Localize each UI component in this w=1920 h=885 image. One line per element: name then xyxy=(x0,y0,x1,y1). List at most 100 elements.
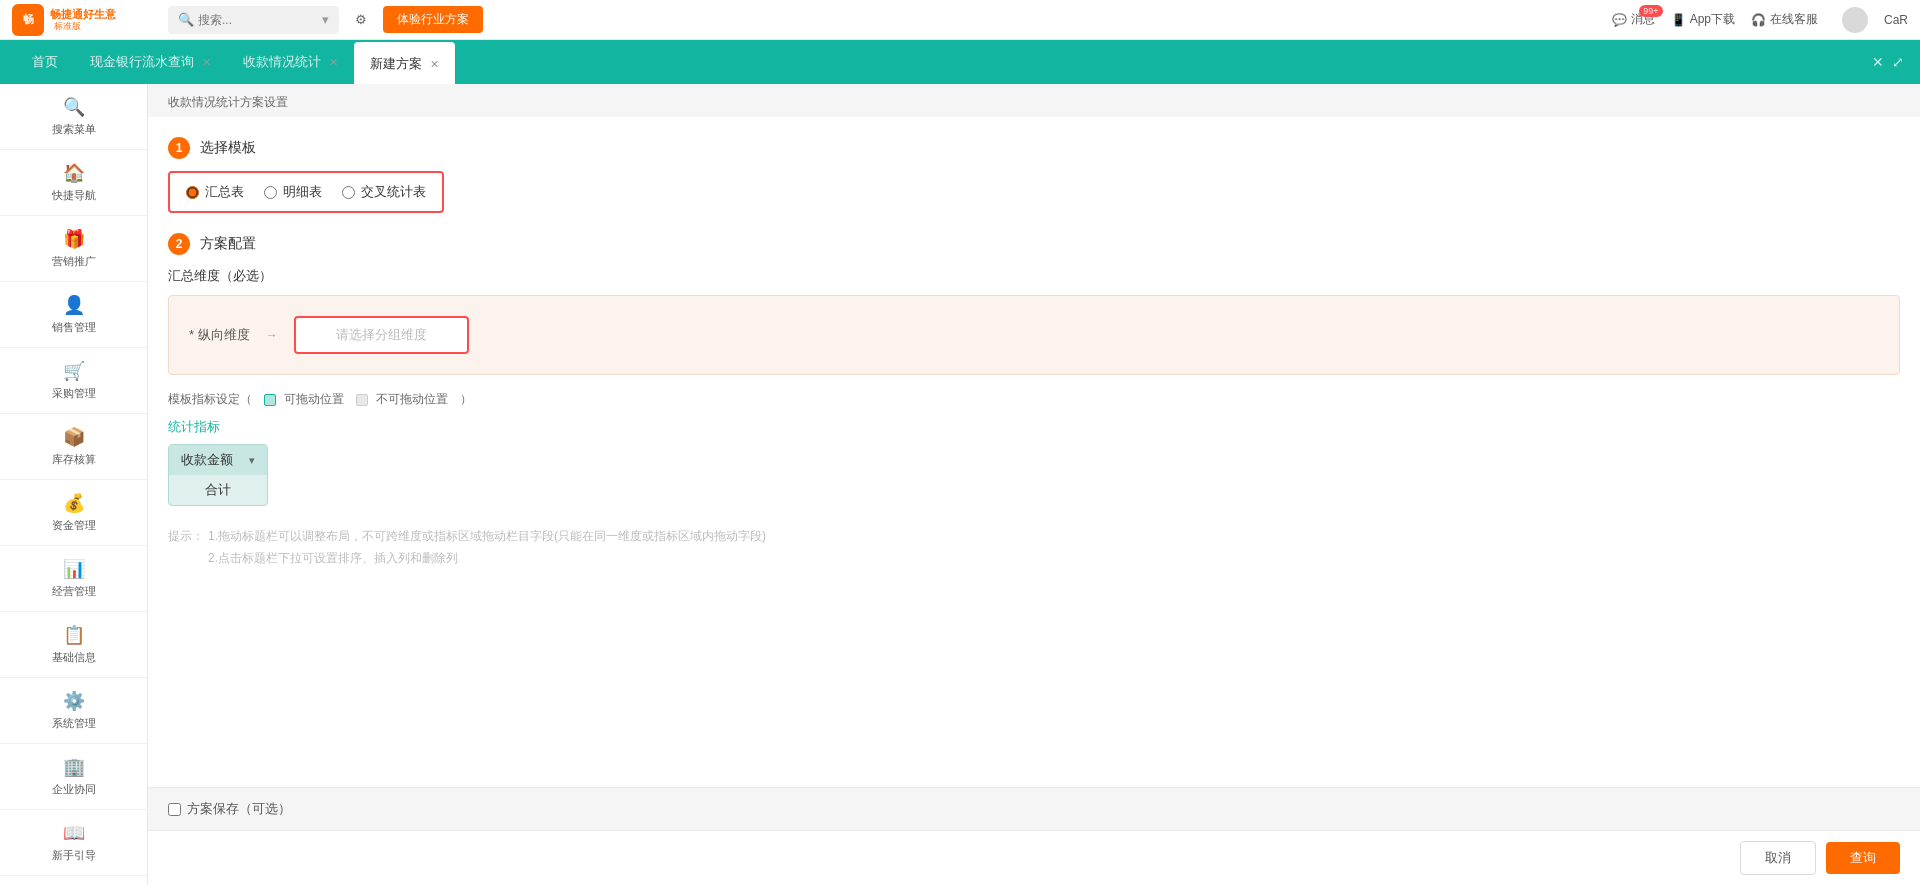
tip-line-2: 提示： 2.点击标题栏下拉可设置排序、插入列和删除列 xyxy=(168,548,1900,570)
step1-number: 1 xyxy=(168,137,190,159)
basic-info-icon: 📋 xyxy=(63,624,85,646)
logo-text: 畅捷通好生意 xyxy=(50,8,116,21)
dim-arrow-icon: → xyxy=(266,328,278,342)
support-action[interactable]: 🎧 在线客服 xyxy=(1751,11,1818,28)
legend-movable: 可拖动位置 xyxy=(264,391,344,408)
form-container: 1 选择模板 汇总表 明细表 交叉统计表 xyxy=(148,117,1920,787)
indicator-label-title: 统计指标 xyxy=(168,418,1900,436)
message-action[interactable]: 💬 消息 99+ xyxy=(1612,11,1655,28)
indicator-header-text: 模板指标设定（ xyxy=(168,391,252,408)
message-icon: 💬 xyxy=(1612,13,1627,27)
sidebar-item-finance[interactable]: 💰 资金管理 xyxy=(0,480,147,546)
search-menu-icon: 🔍 xyxy=(63,96,85,118)
query-button[interactable]: 查询 xyxy=(1826,842,1900,874)
sidebar-item-hardware[interactable]: 🔧 智能硬件 xyxy=(0,876,147,885)
sidebar-item-guide[interactable]: 📖 新手引导 xyxy=(0,810,147,876)
sidebar-item-search-menu[interactable]: 🔍 搜索菜单 xyxy=(0,84,147,150)
close-bank-tab[interactable]: ✕ xyxy=(202,56,211,69)
sidebar-item-system[interactable]: ⚙️ 系统管理 xyxy=(0,678,147,744)
sidebar-item-operation[interactable]: 📊 经营管理 xyxy=(0,546,147,612)
step1-section: 1 选择模板 汇总表 明细表 交叉统计表 xyxy=(168,137,1900,213)
tips-section: 提示： 1.拖动标题栏可以调整布局，不可跨维度或指标区域拖动栏目字段(只能在同一… xyxy=(168,526,1900,569)
main-layout: 🔍 搜索菜单 🏠 快捷导航 🎁 营销推广 👤 销售管理 🛒 采购管理 📦 库存核… xyxy=(0,84,1920,885)
marketing-icon: 🎁 xyxy=(63,228,85,250)
support-icon: 🎧 xyxy=(1751,13,1766,27)
dim-select-box[interactable]: 请选择分组维度 xyxy=(294,316,469,354)
sales-icon: 👤 xyxy=(63,294,85,316)
finance-icon: 💰 xyxy=(63,492,85,514)
download-action[interactable]: 📱 App下载 xyxy=(1671,11,1735,28)
save-option: 方案保存（可选） xyxy=(148,787,1920,830)
operation-icon: 📊 xyxy=(63,558,85,580)
step1-header: 1 选择模板 xyxy=(168,137,1900,159)
logo-icon: 畅 xyxy=(12,4,44,36)
step2-number: 2 xyxy=(168,233,190,255)
sidebar-item-inventory[interactable]: 📦 库存核算 xyxy=(0,414,147,480)
guide-icon: 📖 xyxy=(63,822,85,844)
logo-area: 畅 畅捷通好生意 标准版 xyxy=(12,4,160,36)
nav-tabs: 首页 现金银行流水查询 ✕ 收款情况统计 ✕ 新建方案 ✕ ✕ ⤢ xyxy=(0,40,1920,84)
tab-home[interactable]: 首页 xyxy=(16,40,74,84)
indicator-card-body: 合计 xyxy=(169,475,267,505)
indicator-card-header[interactable]: 收款金额 ▾ xyxy=(169,445,267,475)
dimension-group: 汇总维度（必选） * 纵向维度 → 请选择分组维度 xyxy=(168,267,1900,375)
step2-title: 方案配置 xyxy=(200,235,256,253)
inventory-icon: 📦 xyxy=(63,426,85,448)
search-bar[interactable]: 🔍 ▾ xyxy=(168,6,339,34)
save-option-label[interactable]: 方案保存（可选） xyxy=(187,800,291,818)
maximize-button[interactable]: ⤢ xyxy=(1892,54,1904,70)
indicator-header: 模板指标设定（ 可拖动位置 不可拖动位置 ） xyxy=(168,391,1900,408)
sidebar-item-basic-info[interactable]: 📋 基础信息 xyxy=(0,612,147,678)
radio-summary-input[interactable] xyxy=(186,186,199,199)
cancel-button[interactable]: 取消 xyxy=(1740,841,1816,875)
content-area: 收款情况统计方案设置 1 选择模板 汇总表 明细表 xyxy=(148,84,1920,885)
dimension-row: * 纵向维度 → 请选择分组维度 xyxy=(189,316,1879,354)
movable-legend-dot xyxy=(264,394,276,406)
logo-badge: 标准版 xyxy=(54,21,116,32)
tab-bank[interactable]: 现金银行流水查询 ✕ xyxy=(74,40,227,84)
vertical-dim-label: * 纵向维度 xyxy=(189,326,250,344)
settings-button[interactable]: ⚙ xyxy=(347,6,375,34)
quick-nav-icon: 🏠 xyxy=(63,162,85,184)
message-badge: 99+ xyxy=(1639,5,1662,17)
trial-button[interactable]: 体验行业方案 xyxy=(383,6,483,33)
sidebar-item-marketing[interactable]: 🎁 营销推广 xyxy=(0,216,147,282)
top-header: 畅 畅捷通好生意 标准版 🔍 ▾ ⚙ 体验行业方案 💬 消息 99+ 📱 App… xyxy=(0,0,1920,40)
sidebar-item-quick-nav[interactable]: 🏠 快捷导航 xyxy=(0,150,147,216)
sidebar-item-purchase[interactable]: 🛒 采购管理 xyxy=(0,348,147,414)
close-new-scheme-tab[interactable]: ✕ xyxy=(430,58,439,71)
template-options: 汇总表 明细表 交叉统计表 xyxy=(168,171,444,213)
indicator-section: 模板指标设定（ 可拖动位置 不可拖动位置 ） 统计指标 xyxy=(168,391,1900,506)
save-checkbox[interactable] xyxy=(168,803,181,816)
close-window-button[interactable]: ✕ xyxy=(1872,54,1884,70)
page-breadcrumb: 收款情况统计方案设置 xyxy=(148,84,1920,117)
footer-buttons: 取消 查询 xyxy=(148,830,1920,885)
radio-cross[interactable]: 交叉统计表 xyxy=(342,183,426,201)
search-icon: 🔍 xyxy=(178,12,194,27)
sidebar: 🔍 搜索菜单 🏠 快捷导航 🎁 营销推广 👤 销售管理 🛒 采购管理 📦 库存核… xyxy=(0,84,148,885)
tab-collection[interactable]: 收款情况统计 ✕ xyxy=(227,40,354,84)
step1-title: 选择模板 xyxy=(200,139,256,157)
search-input[interactable] xyxy=(198,13,318,27)
avatar[interactable] xyxy=(1842,7,1868,33)
sidebar-item-enterprise[interactable]: 🏢 企业协同 xyxy=(0,744,147,810)
radio-detail-input[interactable] xyxy=(264,186,277,199)
radio-summary[interactable]: 汇总表 xyxy=(186,183,244,201)
step2-section: 2 方案配置 汇总维度（必选） * 纵向维度 → 请选择分组维度 xyxy=(168,233,1900,569)
purchase-icon: 🛒 xyxy=(63,360,85,382)
dropdown-arrow-icon[interactable]: ▾ xyxy=(322,12,329,27)
header-right: 💬 消息 99+ 📱 App下载 🎧 在线客服 CaR xyxy=(1612,7,1908,33)
enterprise-icon: 🏢 xyxy=(63,756,85,778)
indicator-card: 收款金额 ▾ 合计 xyxy=(168,444,268,506)
radio-detail[interactable]: 明细表 xyxy=(264,183,322,201)
tip-line-1: 提示： 1.拖动标题栏可以调整布局，不可跨维度或指标区域拖动栏目字段(只能在同一… xyxy=(168,526,1900,548)
radio-cross-input[interactable] xyxy=(342,186,355,199)
fixed-legend-dot xyxy=(356,394,368,406)
indicator-card-arrow-icon: ▾ xyxy=(249,454,255,467)
close-collection-tab[interactable]: ✕ xyxy=(329,56,338,69)
tab-actions: ✕ ⤢ xyxy=(1872,54,1904,70)
tip-prefix-1: 提示： xyxy=(168,526,204,548)
legend-fixed: 不可拖动位置 xyxy=(356,391,448,408)
tab-new-scheme[interactable]: 新建方案 ✕ xyxy=(354,42,455,86)
sidebar-item-sales[interactable]: 👤 销售管理 xyxy=(0,282,147,348)
